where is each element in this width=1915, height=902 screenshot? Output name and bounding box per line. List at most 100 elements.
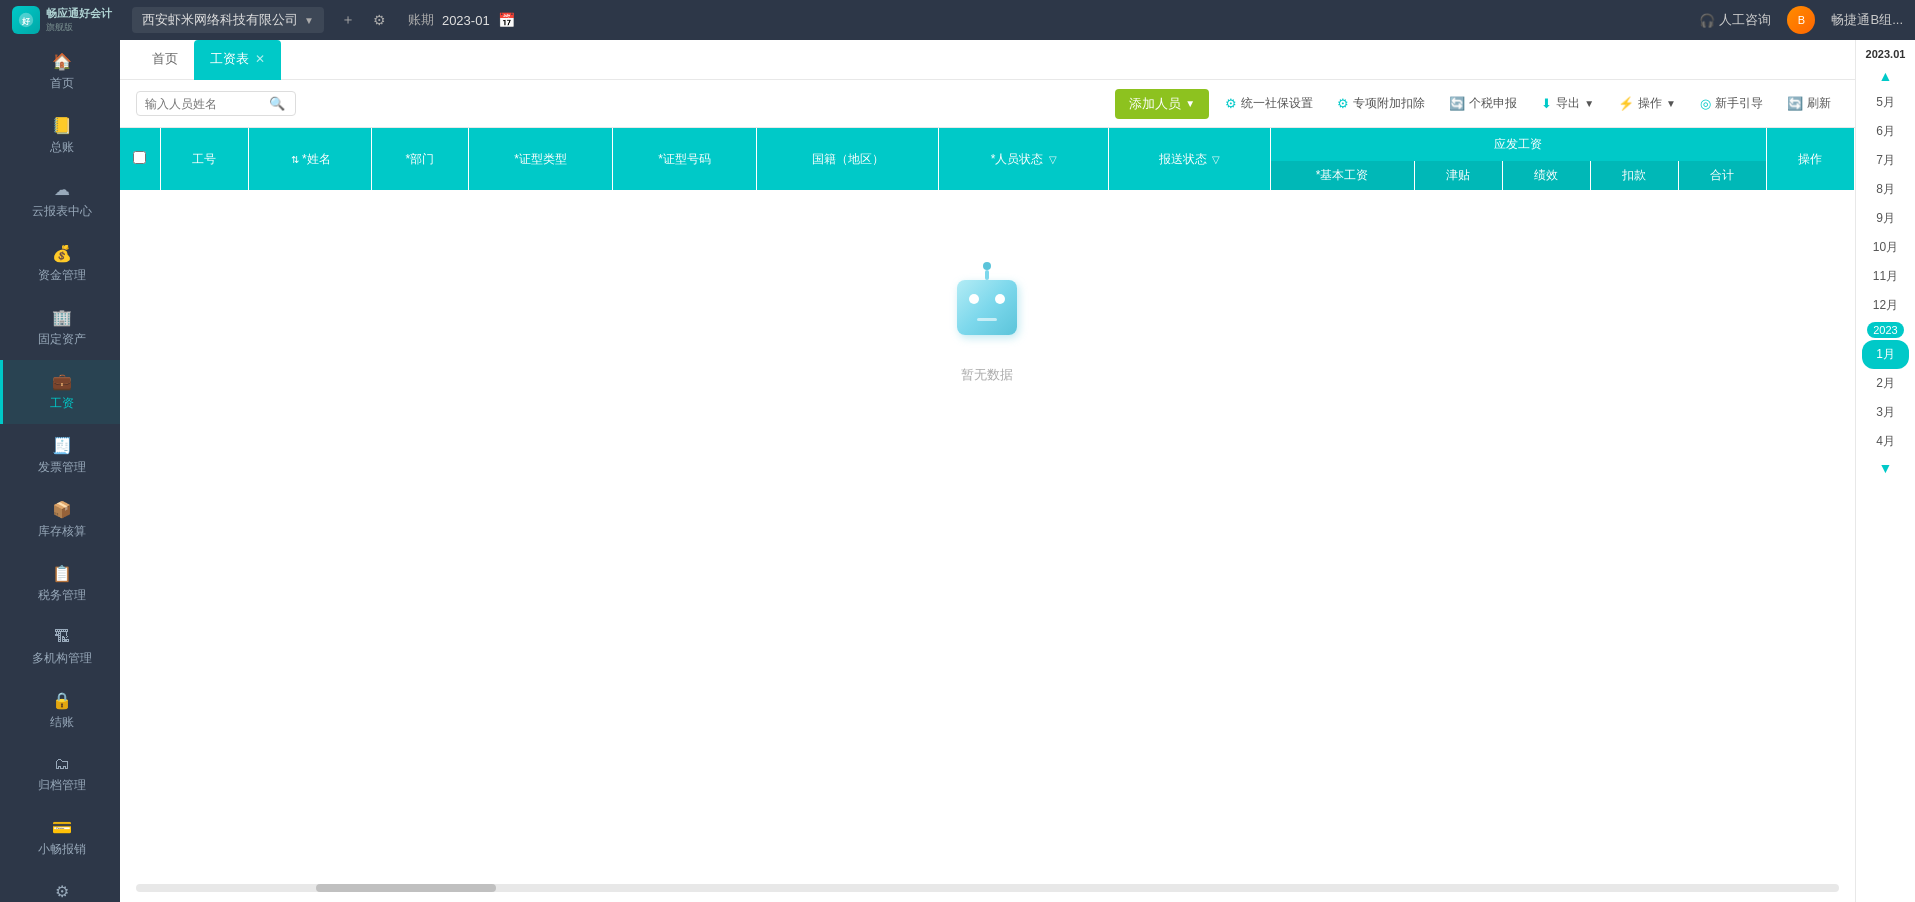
th-total: 合计 — [1678, 161, 1766, 190]
calendar-icon[interactable]: 📅 — [498, 12, 515, 28]
th-idno: *证型号码 — [613, 128, 757, 190]
social-security-label: 统一社保设置 — [1241, 95, 1313, 112]
logo-area: 好 畅应通好会计 旗舰版 — [12, 6, 132, 34]
ledger-icon: 📒 — [52, 116, 72, 135]
sidebar-item-multi_org[interactable]: 🏗 多机构管理 — [0, 616, 120, 679]
top-header: 好 畅应通好会计 旗舰版 西安虾米网络科技有限公司 ▼ ＋ ⚙ 账期 2023-… — [0, 0, 1915, 40]
sidebar-item-home[interactable]: 🏠 首页 — [0, 40, 120, 104]
company-selector[interactable]: 西安虾米网络科技有限公司 ▼ — [132, 7, 324, 33]
main-layout: 🏠 首页 📒 总账 ☁ 云报表中心 💰 资金管理 🏢 固定资产 💼 工资 🧾 发… — [0, 40, 1915, 902]
refresh-action[interactable]: 🔄 刷新 — [1779, 91, 1839, 116]
th-name[interactable]: ⇅ *姓名 — [248, 128, 371, 190]
robot-antenna — [985, 270, 989, 280]
sidebar-item-tax[interactable]: 📋 税务管理 — [0, 552, 120, 616]
th-status[interactable]: *人员状态 ▽ — [939, 128, 1109, 190]
app-name: 畅应通好会计 — [46, 6, 112, 21]
sidebar-item-cloud_report[interactable]: ☁ 云报表中心 — [0, 168, 120, 232]
month-12[interactable]: 12月 — [1856, 291, 1915, 320]
add-employee-button[interactable]: 添加人员 ▼ — [1115, 89, 1209, 119]
sidebar-item-inventory[interactable]: 📦 库存核算 — [0, 488, 120, 552]
add-employee-label: 添加人员 — [1129, 95, 1181, 113]
service-button[interactable]: 🎧 人工咨询 — [1699, 11, 1771, 29]
toolbar: 🔍 添加人员 ▼ ⚙ 统一社保设置 ⚙ 专项附加扣除 🔄 个税申报 — [120, 80, 1855, 128]
export-icon: ⬇ — [1541, 96, 1552, 111]
invoice-icon: 🧾 — [52, 436, 72, 455]
sidebar-item-archive[interactable]: 🗂 归档管理 — [0, 743, 120, 806]
name-sort-icon: ⇅ — [291, 154, 299, 165]
sidebar-label-payroll: 工资 — [50, 395, 74, 412]
empty-row: 暂无数据 — [120, 190, 1855, 464]
scrollbar-area[interactable] — [120, 884, 1855, 894]
sidebar-item-fixed_asset[interactable]: 🏢 固定资产 — [0, 296, 120, 360]
month-8[interactable]: 8月 — [1856, 175, 1915, 204]
month-3[interactable]: 3月 — [1856, 398, 1915, 427]
th-dept: *部门 — [371, 128, 468, 190]
settings-icon[interactable]: ⚙ — [368, 8, 392, 32]
month-7[interactable]: 7月 — [1856, 146, 1915, 175]
guide-action[interactable]: ◎ 新手引导 — [1692, 91, 1771, 116]
main-content: 首页 工资表 ✕ 🔍 添加人员 ▼ ⚙ — [120, 40, 1855, 902]
sidebar-item-fund[interactable]: 💰 资金管理 — [0, 232, 120, 296]
tab-payroll[interactable]: 工资表 ✕ — [194, 40, 281, 80]
export-label: 导出 — [1556, 95, 1580, 112]
guide-icon: ◎ — [1700, 96, 1711, 111]
month-5[interactable]: 5月 — [1856, 88, 1915, 117]
sidebar-label-ledger: 总账 — [50, 139, 74, 156]
year-nav-up[interactable]: ▲ — [1856, 64, 1915, 88]
user-name[interactable]: 畅捷通B组... — [1831, 11, 1903, 29]
year-nav-down[interactable]: ▼ — [1856, 456, 1915, 480]
status-filter-icon: ▽ — [1049, 154, 1057, 165]
tab-close-icon[interactable]: ✕ — [255, 52, 265, 66]
operation-label: 操作 — [1638, 95, 1662, 112]
sidebar-item-ledger[interactable]: 📒 总账 — [0, 104, 120, 168]
tab-home[interactable]: 首页 — [136, 40, 194, 80]
month-11[interactable]: 11月 — [1856, 262, 1915, 291]
period-label: 账期 — [408, 11, 434, 29]
personal-tax-label: 个税申报 — [1469, 95, 1517, 112]
empty-icon — [947, 270, 1027, 350]
sidebar-item-settings[interactable]: ⚙ 基础设置 — [0, 870, 120, 902]
payroll-table: 工号 ⇅ *姓名 *部门 *证型类型 *证型号码 国籍（地区） *人员状态 ▽ — [120, 128, 1855, 464]
month-9[interactable]: 9月 — [1856, 204, 1915, 233]
scrollbar-thumb[interactable] — [316, 884, 496, 892]
fixed_asset-icon: 🏢 — [52, 308, 72, 327]
sidebar-item-expense[interactable]: 💳 小畅报销 — [0, 806, 120, 870]
th-payroll-wages: 应发工资 — [1270, 128, 1766, 161]
scrollbar-track — [136, 884, 1839, 892]
tab-bar: 首页 工资表 ✕ — [120, 40, 1855, 80]
th-allowance: 津贴 — [1414, 161, 1502, 190]
tax-icon: 📋 — [52, 564, 72, 583]
month-6[interactable]: 6月 — [1856, 117, 1915, 146]
select-all-checkbox[interactable] — [133, 151, 146, 164]
month-2[interactable]: 2月 — [1856, 369, 1915, 398]
expense-icon: 💳 — [52, 818, 72, 837]
special-deduction-action[interactable]: ⚙ 专项附加扣除 — [1329, 91, 1433, 116]
operation-action[interactable]: ⚡ 操作 ▼ — [1610, 91, 1684, 116]
month-1[interactable]: 1月 — [1862, 340, 1909, 369]
month-4[interactable]: 4月 — [1856, 427, 1915, 456]
th-report-status[interactable]: 报送状态 ▽ — [1109, 128, 1270, 190]
th-checkbox[interactable] — [120, 128, 160, 190]
personal-tax-icon: 🔄 — [1449, 96, 1465, 111]
month-10[interactable]: 10月 — [1856, 233, 1915, 262]
search-box[interactable]: 🔍 — [136, 91, 296, 116]
year-badge[interactable]: 2023 — [1867, 322, 1903, 338]
company-dropdown-icon: ▼ — [304, 15, 314, 26]
search-input[interactable] — [145, 97, 265, 111]
social-security-icon: ⚙ — [1225, 96, 1237, 111]
service-label: 人工咨询 — [1719, 11, 1771, 29]
personal-tax-action[interactable]: 🔄 个税申报 — [1441, 91, 1525, 116]
header-right: 🎧 人工咨询 B 畅捷通B组... — [1699, 6, 1903, 34]
header-actions: ＋ ⚙ — [336, 8, 392, 32]
add-icon[interactable]: ＋ — [336, 8, 360, 32]
sidebar-label-cloud_report: 云报表中心 — [32, 203, 92, 220]
robot-mouth — [977, 318, 997, 321]
sidebar-item-invoice[interactable]: 🧾 发票管理 — [0, 424, 120, 488]
report-filter-icon: ▽ — [1212, 154, 1220, 165]
sidebar-label-multi_org: 多机构管理 — [32, 650, 92, 667]
social-security-action[interactable]: ⚙ 统一社保设置 — [1217, 91, 1321, 116]
export-action[interactable]: ⬇ 导出 ▼ — [1533, 91, 1602, 116]
sidebar-item-close[interactable]: 🔒 结账 — [0, 679, 120, 743]
period-display: 2023.01 — [1862, 44, 1910, 64]
sidebar-item-payroll[interactable]: 💼 工资 — [0, 360, 120, 424]
